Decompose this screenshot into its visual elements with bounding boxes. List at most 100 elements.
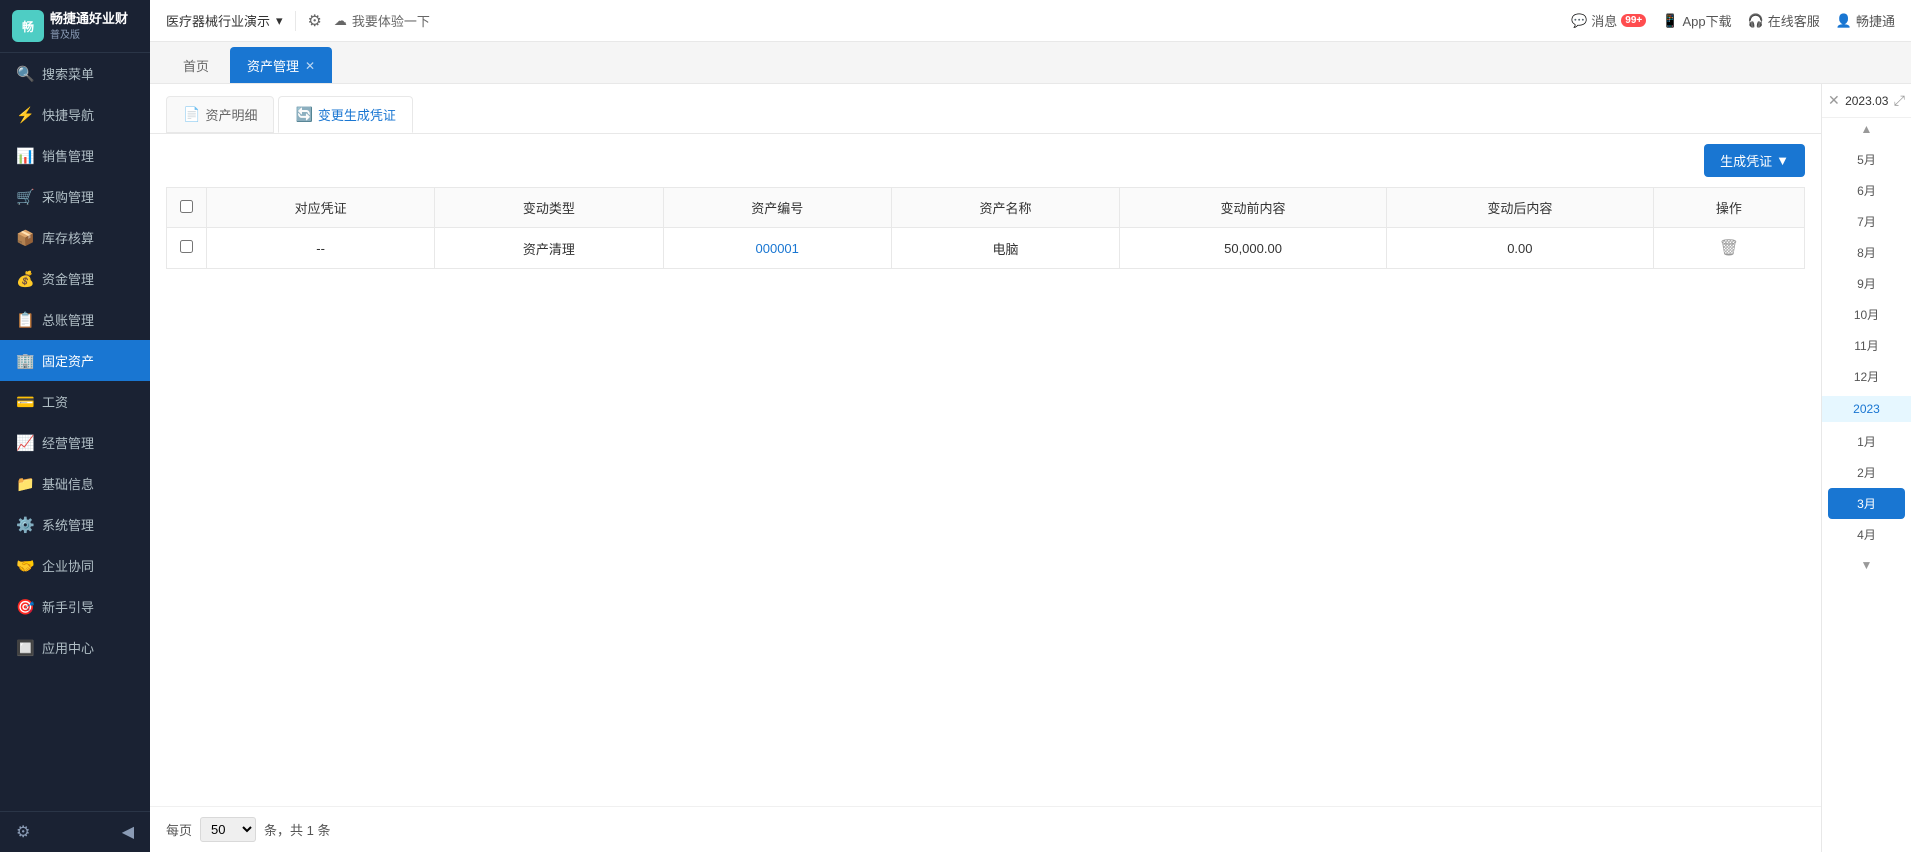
year-section-prev: 5月 6月 7月 8月 9月 10月 11月 12月 [1822,140,1911,396]
message-button[interactable]: 💬 消息 99+ [1571,11,1646,30]
month-6[interactable]: 6月 [1822,175,1911,206]
inventory-icon: 📦 [16,229,34,247]
sidebar-item-search[interactable]: 🔍 搜索菜单 [0,53,150,94]
experience-label: 我要体验一下 [352,11,430,30]
select-all-checkbox[interactable] [180,200,193,213]
header-after-change: 变动后内容 [1386,188,1653,228]
year-2023-label[interactable]: 2023 [1822,396,1911,422]
sidebar-item-sales[interactable]: 📊 销售管理 [0,135,150,176]
sidebar-bottom: ⚙ ◀ [0,811,150,852]
sidebar-item-inventory[interactable]: 📦 库存核算 [0,217,150,258]
header-checkbox [167,188,207,228]
sidebar-item-system[interactable]: ⚙️ 系统管理 [0,504,150,545]
scroll-down-arrow[interactable]: ▼ [1822,554,1911,576]
company-selector[interactable]: 医疗器械行业演示 ▾ [166,11,283,30]
experience-button[interactable]: ☁ 我要体验一下 [334,11,430,30]
sidebar-item-guide[interactable]: 🎯 新手引导 [0,586,150,627]
scroll-up-arrow[interactable]: ▲ [1822,118,1911,140]
tab-change-voucher-label: 变更生成凭证 [318,105,396,124]
sidebar-item-fixed-assets[interactable]: 🏢 固定资产 [0,340,150,381]
month-10[interactable]: 10月 [1822,299,1911,330]
table-wrapper: 对应凭证 变动类型 资产编号 资产名称 变动前内容 变动后内容 操作 -- 资产… [150,187,1821,806]
month-2023-4[interactable]: 4月 [1822,519,1911,550]
sidebar-item-label: 销售管理 [42,146,94,165]
sidebar-item-funds[interactable]: 💰 资金管理 [0,258,150,299]
month-2023-2[interactable]: 2月 [1822,457,1911,488]
tab-close-icon[interactable]: ✕ [305,59,315,73]
sidebar-item-app-center[interactable]: 🔲 应用中心 [0,627,150,668]
sidebar-item-quick-nav[interactable]: ⚡ 快捷导航 [0,94,150,135]
message-icon: 💬 [1571,13,1587,29]
tab-home-label: 首页 [183,56,209,75]
row-change-type: 资产清理 [435,228,663,269]
table-toolbar: 生成凭证 ▼ [150,134,1821,187]
sidebar-item-label: 系统管理 [42,515,94,534]
delete-button[interactable]: 🗑 [1719,240,1739,257]
guide-icon: 🎯 [16,598,34,616]
sidebar-item-purchase[interactable]: 🛒 采购管理 [0,176,150,217]
tab-asset-management[interactable]: 资产管理 ✕ [230,47,332,83]
table-header-row: 对应凭证 变动类型 资产编号 资产名称 变动前内容 变动后内容 操作 [167,188,1805,228]
row-checkbox-cell [167,228,207,269]
tab-asset-detail[interactable]: 📄 资产明细 [166,96,274,133]
settings-icon[interactable]: ⚙ [308,11,322,31]
month-2023-3[interactable]: 3月 [1828,488,1905,519]
panel-expand-button[interactable]: ⤢ [1894,92,1905,109]
row-checkbox-0[interactable] [180,240,193,253]
generate-voucher-button[interactable]: 生成凭证 ▼ [1704,144,1805,177]
month-12[interactable]: 12月 [1822,361,1911,392]
generate-voucher-label: 生成凭证 [1720,151,1772,170]
header-asset-name: 资产名称 [891,188,1119,228]
asset-table: 对应凭证 变动类型 资产编号 资产名称 变动前内容 变动后内容 操作 -- 资产… [166,187,1805,269]
sidebar-item-label: 企业协同 [42,556,94,575]
logo-title: 畅捷通好业财 [50,11,128,27]
app-download-icon: 📱 [1662,13,1678,29]
right-panel-scroll[interactable]: ▲ 5月 6月 7月 8月 9月 10月 11月 12月 2023 1月 2月 … [1822,118,1911,852]
month-5[interactable]: 5月 [1822,144,1911,175]
collaboration-icon: 🤝 [16,557,34,575]
asset-detail-icon: 📄 [183,106,200,123]
right-panel-header: ✕ 2023.03 ⤢ [1822,84,1911,118]
customer-service-button[interactable]: 🎧 在线客服 [1748,11,1820,30]
month-9[interactable]: 9月 [1822,268,1911,299]
quick-nav-icon: ⚡ [16,106,34,124]
row-operation: 🗑 [1653,228,1804,269]
sidebar-item-label: 库存核算 [42,228,94,247]
funds-icon: 💰 [16,270,34,288]
search-icon: 🔍 [16,65,34,83]
row-before-change: 50,000.00 [1120,228,1387,269]
month-8[interactable]: 8月 [1822,237,1911,268]
cloud-icon: ☁ [334,13,347,29]
month-11[interactable]: 11月 [1822,330,1911,361]
pagination: 每页 50 10 20 100 条，共 1 条 [150,806,1821,852]
app-download-button[interactable]: 📱 App下载 [1662,11,1731,30]
month-7[interactable]: 7月 [1822,206,1911,237]
tab-change-voucher[interactable]: 🔄 变更生成凭证 [278,96,412,133]
user-menu[interactable]: 👤 畅捷通 [1836,11,1895,30]
logo-text-container: 畅捷通好业财 普及版 [50,11,128,42]
tab-asset-detail-label: 资产明细 [205,105,257,124]
sidebar-item-label: 新手引导 [42,597,94,616]
user-icon: 👤 [1836,13,1852,29]
settings-bottom-icon[interactable]: ⚙ [16,822,30,842]
sidebar-item-payroll[interactable]: 💳 工资 [0,381,150,422]
sidebar-item-label: 工资 [42,392,68,411]
per-page-select[interactable]: 50 10 20 100 [200,817,256,842]
collapse-icon[interactable]: ◀ [122,822,134,842]
total-label: 条，共 1 条 [264,820,330,839]
sidebar-item-ledger[interactable]: 📋 总账管理 [0,299,150,340]
row-asset-code: 000001 [663,228,891,269]
change-voucher-icon: 🔄 [295,106,312,123]
logo-subtitle: 普及版 [50,26,128,41]
sidebar-item-operations[interactable]: 📈 经营管理 [0,422,150,463]
month-2023-1[interactable]: 1月 [1822,426,1911,457]
message-label: 消息 [1591,11,1617,30]
header-operation: 操作 [1653,188,1804,228]
panel-close-button[interactable]: ✕ [1828,92,1840,109]
topbar-right: 💬 消息 99+ 📱 App下载 🎧 在线客服 👤 畅捷通 [1571,11,1895,30]
tab-home[interactable]: 首页 [166,47,226,83]
header-asset-code: 资产编号 [663,188,891,228]
sidebar: 畅 畅捷通好业财 普及版 🔍 搜索菜单 ⚡ 快捷导航 📊 销售管理 🛒 采购管理… [0,0,150,852]
sidebar-item-collaboration[interactable]: 🤝 企业协同 [0,545,150,586]
sidebar-item-basic-info[interactable]: 📁 基础信息 [0,463,150,504]
